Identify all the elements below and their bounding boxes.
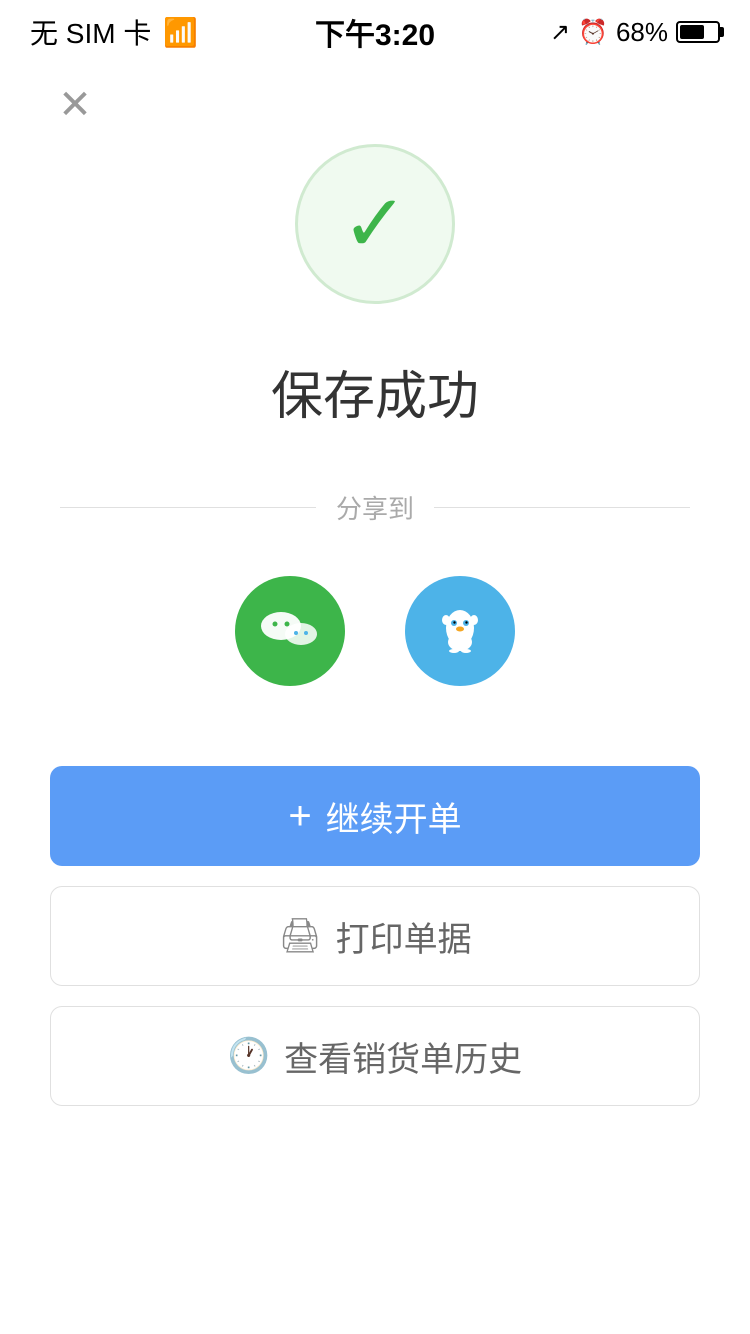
alarm-icon: ⏰	[578, 18, 608, 47]
wifi-icon: 📶	[163, 16, 198, 49]
success-title: 保存成功	[271, 354, 479, 429]
print-icon: 🖨	[278, 916, 321, 956]
battery-icon	[676, 21, 720, 43]
close-icon: ✕	[58, 85, 92, 125]
wechat-share-button[interactable]	[235, 576, 345, 686]
divider-line-right	[434, 507, 690, 508]
plus-icon: +	[288, 794, 311, 839]
history-icon: 🕐	[228, 1036, 270, 1076]
location-icon: ↗	[550, 18, 570, 47]
battery-percent: 68%	[616, 17, 668, 48]
share-divider: 分享到	[0, 489, 750, 526]
continue-label: 继续开单	[326, 792, 462, 841]
success-circle: ✓	[295, 144, 455, 304]
qq-icon	[427, 598, 493, 664]
divider-line-left	[60, 507, 316, 508]
buttons-section: + 继续开单 🖨 打印单据 🕐 查看销货单历史	[0, 766, 750, 1106]
history-button[interactable]: 🕐 查看销货单历史	[50, 1006, 700, 1106]
print-button[interactable]: 🖨 打印单据	[50, 886, 700, 986]
status-right: ↗ ⏰ 68%	[550, 17, 720, 48]
print-label: 打印单据	[336, 912, 472, 961]
qq-share-button[interactable]	[405, 576, 515, 686]
status-time: 下午3:20	[315, 10, 435, 54]
checkmark-icon: ✓	[341, 184, 408, 264]
continue-button[interactable]: + 继续开单	[50, 766, 700, 866]
history-label: 查看销货单历史	[284, 1032, 522, 1081]
share-row	[235, 576, 515, 686]
status-bar: 无 SIM 卡 📶 下午3:20 ↗ ⏰ 68%	[0, 0, 750, 64]
share-label: 分享到	[316, 489, 434, 526]
status-carrier: 无 SIM 卡 📶	[30, 12, 198, 52]
close-button[interactable]: ✕	[50, 80, 100, 130]
wechat-icon	[255, 596, 325, 666]
main-content: ✓ 保存成功 分享到	[0, 64, 750, 1106]
